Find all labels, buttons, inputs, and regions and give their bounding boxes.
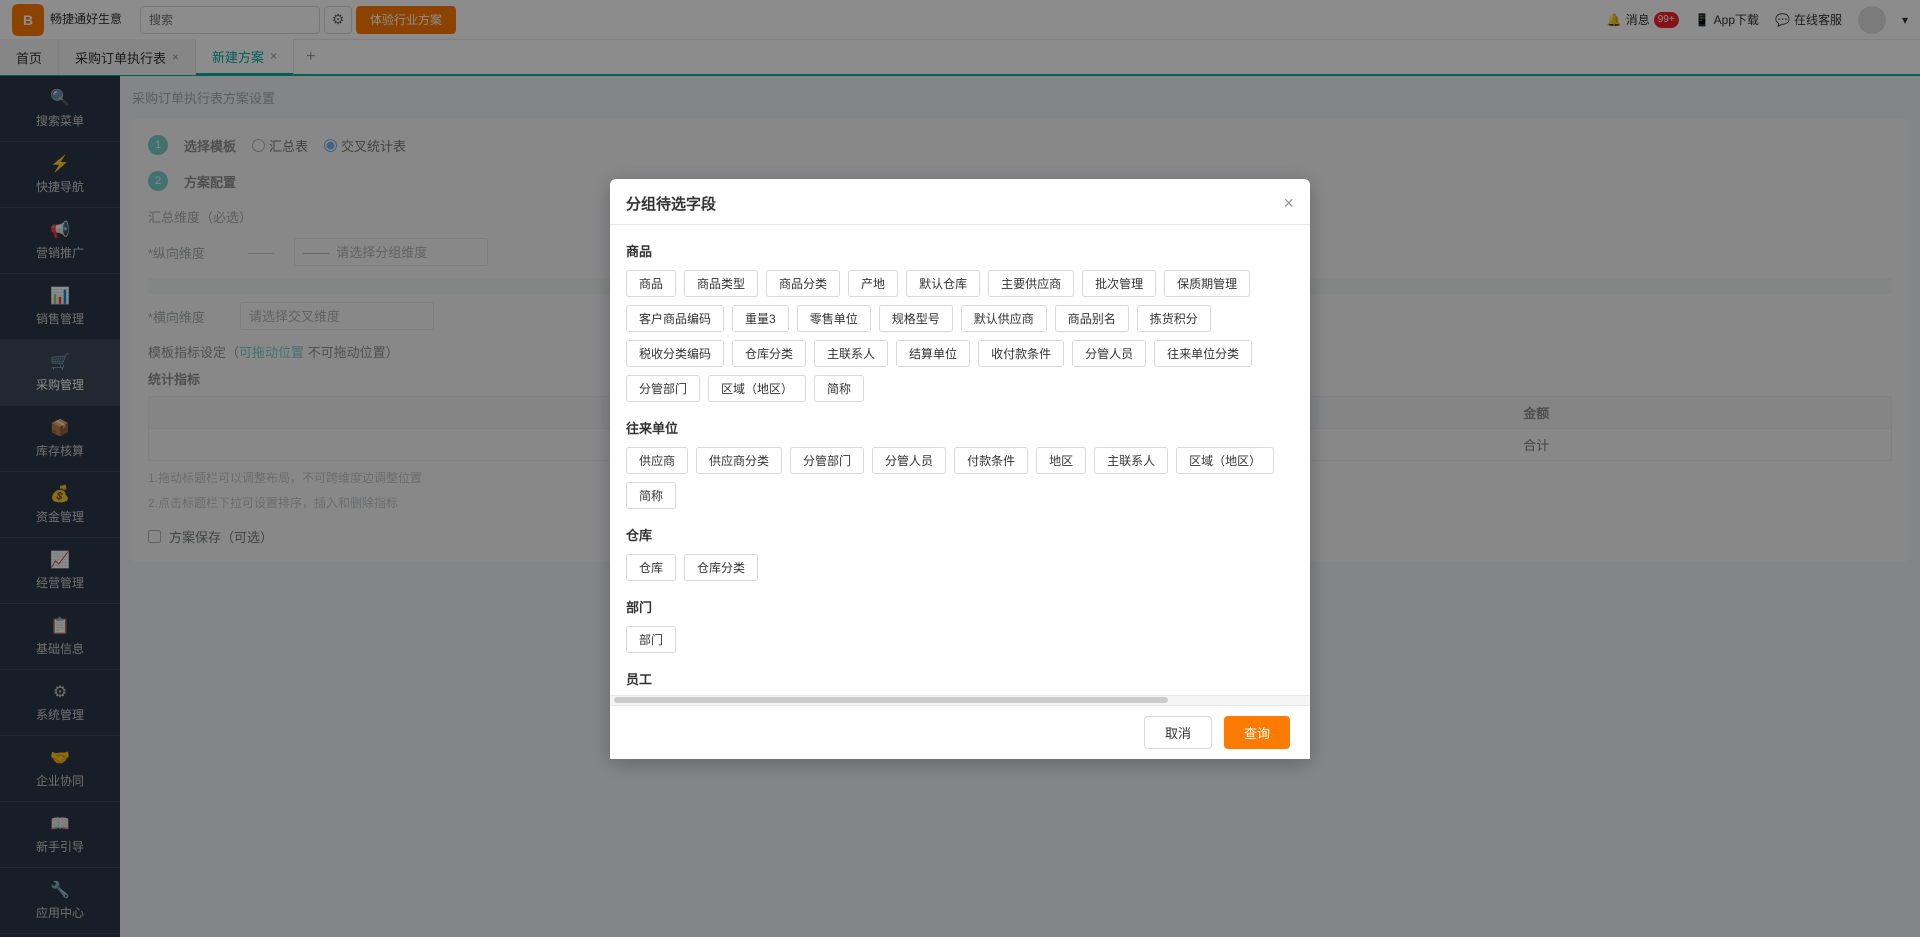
field-tag-region-partner[interactable]: 地区 <box>1036 447 1086 474</box>
field-tag-region-product[interactable]: 区域（地区） <box>708 375 806 402</box>
field-tag-default-supplier[interactable]: 默认供应商 <box>961 305 1047 332</box>
field-group-warehouse: 仓库 仓库分类 <box>626 554 1294 581</box>
field-tag-dept-manage[interactable]: 分管部门 <box>626 375 700 402</box>
section-title-warehouse: 仓库 <box>626 525 1294 544</box>
field-tag-pick-points[interactable]: 拣货积分 <box>1137 305 1211 332</box>
section-title-product: 商品 <box>626 241 1294 260</box>
section-title-dept: 部门 <box>626 597 1294 616</box>
field-tag-spec-model[interactable]: 规格型号 <box>879 305 953 332</box>
field-tag-batch-manage[interactable]: 批次管理 <box>1082 270 1156 297</box>
field-tag-main-contact[interactable]: 主联系人 <box>814 340 888 367</box>
field-tag-partner-category[interactable]: 往来单位分类 <box>1154 340 1252 367</box>
field-tag-supplier[interactable]: 供应商 <box>626 447 688 474</box>
modal-dialog: 分组待选字段 × 商品 商品 商品类型 商品分类 产地 默认仓库 主要供应商 批… <box>610 179 1310 759</box>
field-tag-warehouse[interactable]: 仓库 <box>626 554 676 581</box>
field-tag-contact-partner[interactable]: 主联系人 <box>1094 447 1168 474</box>
modal-title: 分组待选字段 <box>626 193 716 214</box>
section-title-employee: 员工 <box>626 669 1294 688</box>
field-group-product: 商品 商品类型 商品分类 产地 默认仓库 主要供应商 批次管理 保质期管理 客户… <box>626 270 1294 402</box>
field-tag-warehouse-category[interactable]: 仓库分类 <box>732 340 806 367</box>
field-tag-product-category[interactable]: 商品分类 <box>766 270 840 297</box>
field-tag-main-supplier[interactable]: 主要供应商 <box>988 270 1074 297</box>
field-tag-short-name-product[interactable]: 简称 <box>814 375 864 402</box>
field-tag-short-name-partner[interactable]: 简称 <box>626 482 676 509</box>
field-tag-weight3[interactable]: 重量3 <box>732 305 789 332</box>
modal-body: 商品 商品 商品类型 商品分类 产地 默认仓库 主要供应商 批次管理 保质期管理… <box>610 225 1310 696</box>
confirm-button[interactable]: 查询 <box>1224 716 1290 749</box>
modal-footer: 取消 查询 <box>610 705 1310 759</box>
field-tag-retail-unit[interactable]: 零售单位 <box>797 305 871 332</box>
modal-overlay: 分组待选字段 × 商品 商品 商品类型 商品分类 产地 默认仓库 主要供应商 批… <box>0 0 1920 937</box>
cancel-button[interactable]: 取消 <box>1144 716 1212 749</box>
field-tag-settlement-unit[interactable]: 结算单位 <box>896 340 970 367</box>
field-tag-default-warehouse[interactable]: 默认仓库 <box>906 270 980 297</box>
field-tag-product[interactable]: 商品 <box>626 270 676 297</box>
hscroll-thumb <box>614 697 1168 703</box>
field-tag-expiry-manage[interactable]: 保质期管理 <box>1164 270 1250 297</box>
field-tag-product-type[interactable]: 商品类型 <box>684 270 758 297</box>
field-tag-manager[interactable]: 分管人员 <box>1072 340 1146 367</box>
field-tag-dept-partner[interactable]: 分管部门 <box>790 447 864 474</box>
modal-header: 分组待选字段 × <box>610 179 1310 225</box>
field-group-dept: 部门 <box>626 626 1294 653</box>
field-tag-pay-terms-partner[interactable]: 付款条件 <box>954 447 1028 474</box>
field-group-partner: 供应商 供应商分类 分管部门 分管人员 付款条件 地区 主联系人 区域（地区） … <box>626 447 1294 509</box>
field-tag-warehouse-cat[interactable]: 仓库分类 <box>684 554 758 581</box>
field-tag-supplier-category[interactable]: 供应商分类 <box>696 447 782 474</box>
field-tag-origin[interactable]: 产地 <box>848 270 898 297</box>
section-title-partner: 往来单位 <box>626 418 1294 437</box>
field-tag-dept[interactable]: 部门 <box>626 626 676 653</box>
field-tag-product-alias[interactable]: 商品别名 <box>1055 305 1129 332</box>
field-tag-area-partner[interactable]: 区域（地区） <box>1176 447 1274 474</box>
field-tag-customer-code[interactable]: 客户商品编码 <box>626 305 724 332</box>
field-tag-payment-terms[interactable]: 收付款条件 <box>978 340 1064 367</box>
field-tag-person-partner[interactable]: 分管人员 <box>872 447 946 474</box>
field-tag-tax-code[interactable]: 税收分类编码 <box>626 340 724 367</box>
modal-close-button[interactable]: × <box>1283 194 1294 212</box>
modal-horizontal-scrollbar[interactable] <box>610 695 1310 704</box>
